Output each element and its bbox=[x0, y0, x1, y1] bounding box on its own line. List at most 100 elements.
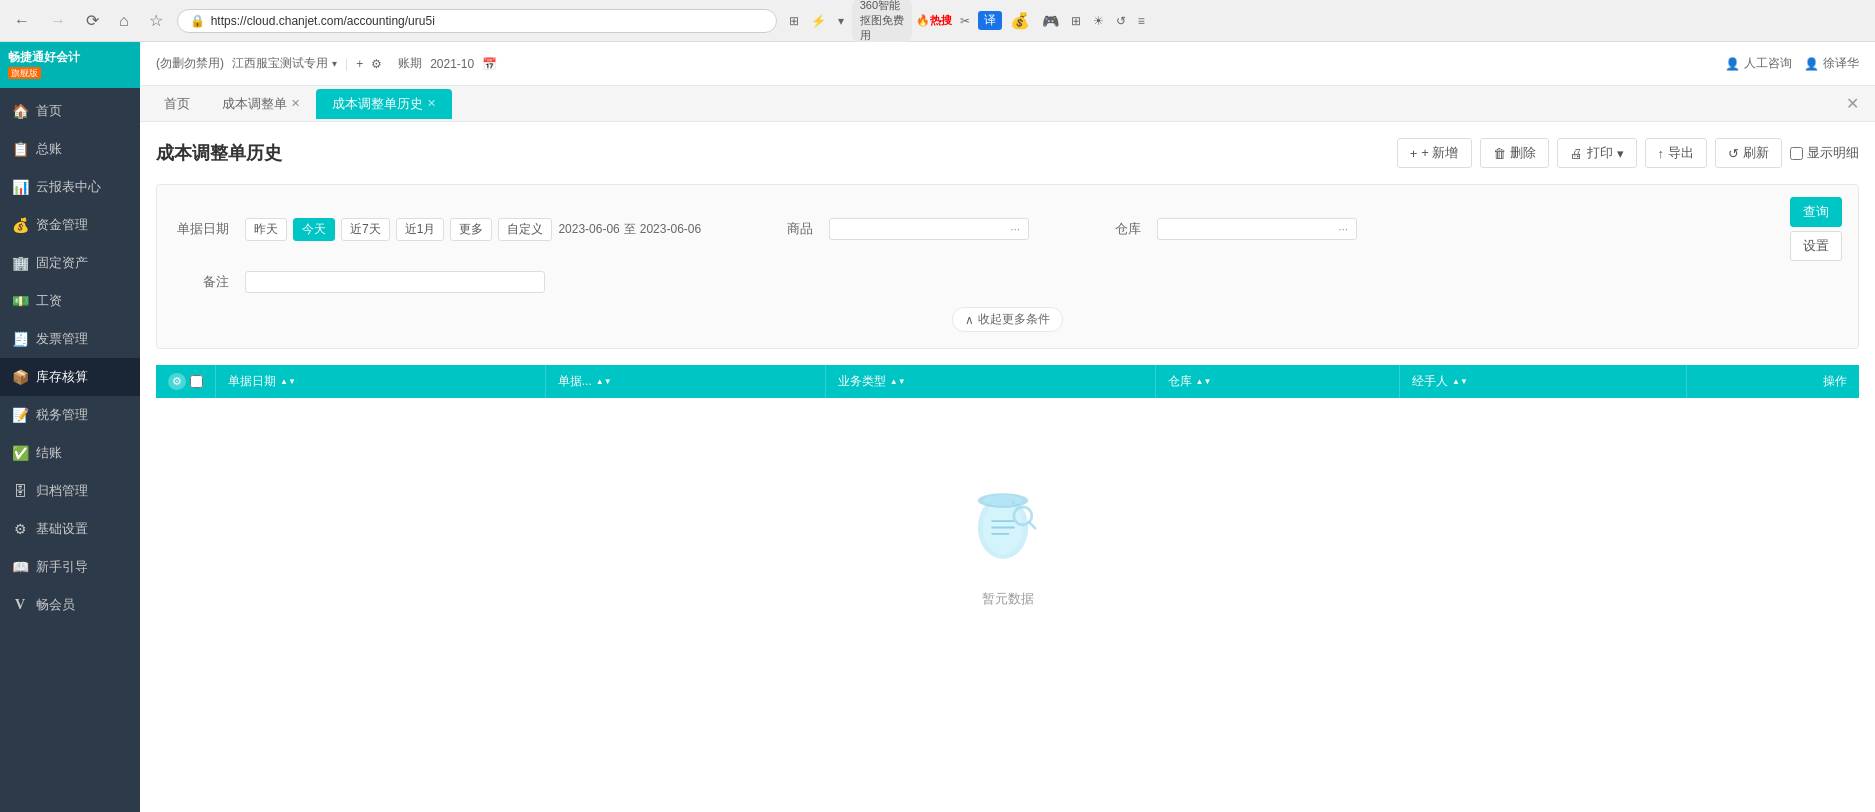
th-action-label: 操作 bbox=[1823, 374, 1847, 388]
payroll-icon: 💵 bbox=[12, 293, 28, 309]
sidebar-item-guide[interactable]: 📖 新手引导 bbox=[0, 548, 140, 586]
settings-company-icon[interactable]: ⚙ bbox=[371, 57, 382, 71]
add-company-icon[interactable]: + bbox=[356, 57, 363, 71]
filter-row-1: 单据日期 昨天 今天 近7天 近1月 更多 自定义 2023-06-06 至 2… bbox=[173, 197, 1842, 261]
sort-arrows-biz: ▲▼ bbox=[890, 378, 906, 386]
logo-text: 畅捷通好会计 bbox=[8, 50, 80, 64]
collapse-button[interactable]: ∧ 收起更多条件 bbox=[952, 307, 1063, 332]
menu-button[interactable]: ≡ bbox=[1134, 12, 1149, 30]
sidebar-item-label: 首页 bbox=[36, 102, 62, 120]
wallet-button[interactable]: 💰 bbox=[1006, 9, 1034, 32]
browser-chrome: ← → ⟳ ⌂ ☆ 🔒 https://cloud.chanjet.com/ac… bbox=[0, 0, 1875, 42]
tab-home[interactable]: 首页 bbox=[148, 89, 206, 119]
th-warehouse-label: 仓库 bbox=[1168, 373, 1192, 390]
warehouse-filter-label: 仓库 bbox=[1085, 220, 1141, 238]
print-button[interactable]: 🖨 打印 ▾ bbox=[1557, 138, 1637, 168]
sidebar-nav: 🏠 首页 📋 总账 📊 云报表中心 💰 资金管理 🏢 固定资产 💵 工资 bbox=[0, 88, 140, 812]
logo-badge: 旗舰版 bbox=[8, 67, 41, 79]
address-bar[interactable]: 🔒 https://cloud.chanjet.com/accounting/u… bbox=[177, 9, 777, 33]
th-warehouse[interactable]: 仓库 ▲▼ bbox=[1155, 365, 1400, 398]
browser-tools: ⊞ ⚡ ▾ 360智能抠图免费用 🔥热搜 ✂ 译 💰 🎮 ⊞ ☀ ↺ ≡ bbox=[785, 0, 1149, 45]
delete-button[interactable]: 🗑 删除 bbox=[1480, 138, 1549, 168]
calendar-icon[interactable]: 📅 bbox=[482, 57, 497, 71]
date-separator: 至 bbox=[624, 221, 636, 238]
th-biz-type[interactable]: 业务类型 ▲▼ bbox=[825, 365, 1155, 398]
tab-cost-history[interactable]: 成本调整单历史 ✕ bbox=[316, 89, 452, 119]
undo-button[interactable]: ↺ bbox=[1112, 12, 1130, 30]
today-btn[interactable]: 今天 bbox=[293, 218, 335, 241]
user-icon: 👤 bbox=[1804, 57, 1819, 71]
period-info: 账期 2021-10 📅 bbox=[398, 55, 497, 72]
query-button[interactable]: 查询 bbox=[1790, 197, 1842, 227]
tab-cost-adjust-label: 成本调整单 bbox=[222, 95, 287, 113]
export-button[interactable]: ↑ 导出 bbox=[1645, 138, 1708, 168]
grid-button[interactable]: ⊞ bbox=[1067, 12, 1085, 30]
sidebar-item-archive[interactable]: 🗄 归档管理 bbox=[0, 472, 140, 510]
table-settings-icon[interactable]: ⚙ bbox=[168, 373, 186, 390]
extensions-button[interactable]: ⊞ bbox=[785, 12, 803, 30]
sidebar-item-inventory[interactable]: 📦 库存核算 bbox=[0, 358, 140, 396]
home-button[interactable]: ⌂ bbox=[113, 10, 135, 32]
sidebar-item-assets[interactable]: 🏢 固定资产 bbox=[0, 244, 140, 282]
th-date[interactable]: 单据日期 ▲▼ bbox=[216, 365, 546, 398]
back-button[interactable]: ← bbox=[8, 10, 36, 32]
warehouse-select[interactable]: ··· bbox=[1157, 218, 1357, 240]
filter-settings-button[interactable]: 设置 bbox=[1790, 231, 1842, 261]
custom-btn[interactable]: 自定义 bbox=[498, 218, 552, 241]
tab-cost-adjust[interactable]: 成本调整单 ✕ bbox=[206, 89, 316, 119]
sidebar-item-ledger[interactable]: 📋 总账 bbox=[0, 130, 140, 168]
yesterday-btn[interactable]: 昨天 bbox=[245, 218, 287, 241]
tab-history-close-icon[interactable]: ✕ bbox=[427, 97, 436, 110]
new-button[interactable]: + + 新增 bbox=[1397, 138, 1472, 168]
user-service[interactable]: 👤 人工咨询 bbox=[1725, 55, 1792, 72]
more-date-btn[interactable]: 更多 bbox=[450, 218, 492, 241]
show-detail-checkbox[interactable]: 显示明细 bbox=[1790, 144, 1859, 162]
bookmark-button[interactable]: ☆ bbox=[143, 9, 169, 32]
svg-text:✦: ✦ bbox=[1010, 498, 1016, 507]
goods-select[interactable]: ··· bbox=[829, 218, 1029, 240]
select-all-checkbox[interactable] bbox=[190, 375, 203, 388]
month-btn[interactable]: 近1月 bbox=[396, 218, 445, 241]
sidebar-item-home[interactable]: 🏠 首页 bbox=[0, 92, 140, 130]
th-settings[interactable]: ⚙ bbox=[156, 365, 216, 398]
data-table: ⚙ 单据日期 ▲▼ 单据... bbox=[156, 365, 1859, 398]
forward-button[interactable]: → bbox=[44, 10, 72, 32]
sidebar-item-invoice[interactable]: 🧾 发票管理 bbox=[0, 320, 140, 358]
sidebar-item-label: 发票管理 bbox=[36, 330, 88, 348]
th-handler[interactable]: 经手人 ▲▼ bbox=[1400, 365, 1687, 398]
export-icon: ↑ bbox=[1658, 146, 1665, 161]
dropdown-button[interactable]: ▾ bbox=[834, 12, 848, 30]
goods-more-btn[interactable]: ··· bbox=[1010, 222, 1020, 236]
remark-input[interactable] bbox=[245, 271, 545, 293]
game-button[interactable]: 🎮 bbox=[1038, 11, 1063, 31]
sidebar-item-label: 固定资产 bbox=[36, 254, 88, 272]
export-label: 导出 bbox=[1668, 144, 1694, 162]
sidebar-item-report[interactable]: 📊 云报表中心 bbox=[0, 168, 140, 206]
show-detail-input[interactable] bbox=[1790, 147, 1803, 160]
refresh-button[interactable]: ↺ 刷新 bbox=[1715, 138, 1782, 168]
th-doc[interactable]: 单据... ▲▼ bbox=[545, 365, 825, 398]
scissors-button[interactable]: ✂ bbox=[956, 12, 974, 30]
user-account[interactable]: 👤 徐译华 bbox=[1804, 55, 1859, 72]
sidebar-item-settings[interactable]: ⚙ 基础设置 bbox=[0, 510, 140, 548]
sidebar-item-label: 畅会员 bbox=[36, 596, 75, 614]
collapse-row: ∧ 收起更多条件 bbox=[173, 303, 1842, 336]
new-label: + 新增 bbox=[1421, 144, 1458, 162]
sidebar-item-tax[interactable]: 📝 税务管理 bbox=[0, 396, 140, 434]
company-selector[interactable]: (勿删勿禁用) 江西服宝测试专用 ▾ | + ⚙ bbox=[156, 55, 382, 72]
filter-row-2: 备注 bbox=[173, 271, 1842, 293]
brightness-button[interactable]: ☀ bbox=[1089, 12, 1108, 30]
week-btn[interactable]: 近7天 bbox=[341, 218, 390, 241]
tab-close-icon[interactable]: ✕ bbox=[291, 97, 300, 110]
assets-icon: 🏢 bbox=[12, 255, 28, 271]
sidebar-item-payroll[interactable]: 💵 工资 bbox=[0, 282, 140, 320]
sidebar-item-fund[interactable]: 💰 资金管理 bbox=[0, 206, 140, 244]
sidebar-item-vip[interactable]: V 畅会员 bbox=[0, 586, 140, 624]
main-close-button[interactable]: ✕ bbox=[1838, 90, 1867, 117]
warehouse-more-btn[interactable]: ··· bbox=[1338, 222, 1348, 236]
lightning-button[interactable]: ⚡ bbox=[807, 12, 830, 30]
reload-button[interactable]: ⟳ bbox=[80, 9, 105, 32]
translate-button[interactable]: 译 bbox=[978, 11, 1002, 30]
th-doc-label: 单据... bbox=[558, 373, 592, 390]
sidebar-item-closing[interactable]: ✅ 结账 bbox=[0, 434, 140, 472]
